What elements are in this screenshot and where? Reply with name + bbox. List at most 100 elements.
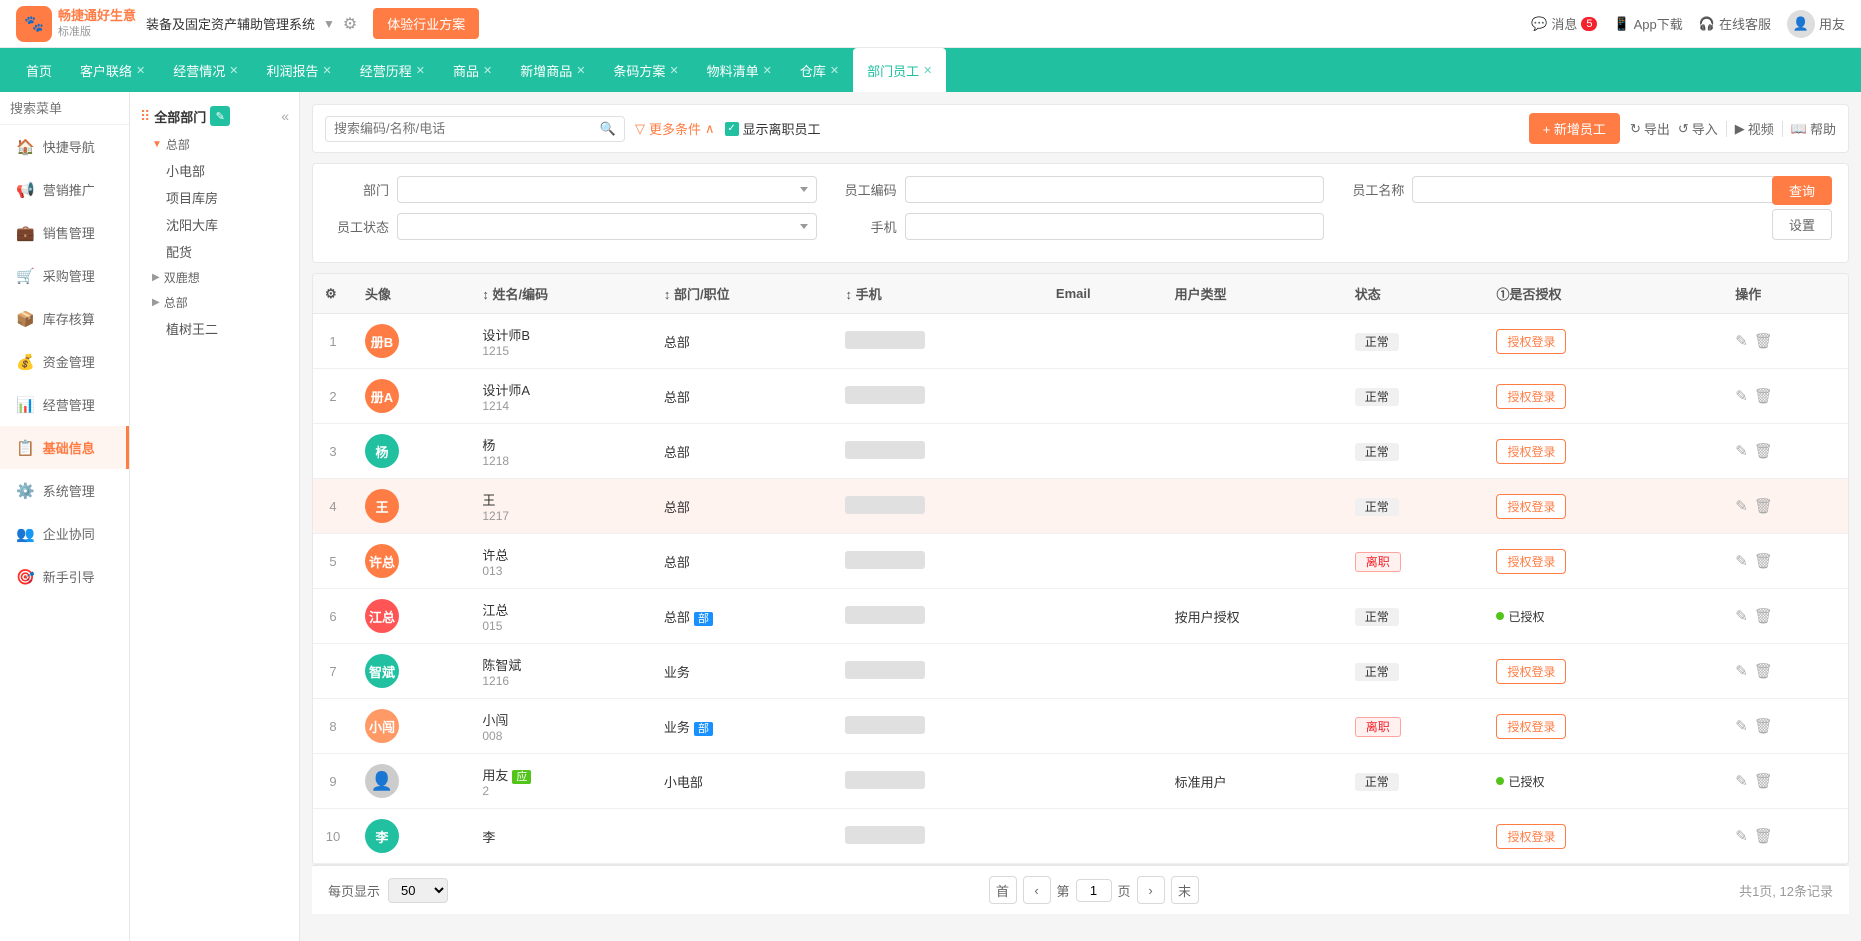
sidebar-item-guide[interactable]: 🎯 新手引导 (0, 555, 129, 598)
close-icon[interactable]: ✕ (763, 64, 772, 77)
delete-button[interactable]: 🗑 (1754, 497, 1773, 515)
close-icon[interactable]: ✕ (830, 64, 839, 77)
tab-goods[interactable]: 商品✕ (439, 48, 506, 92)
tab-customer[interactable]: 客户联络✕ (66, 48, 159, 92)
sidebar-search-input[interactable] (10, 101, 130, 116)
tab-add-goods[interactable]: 新增商品✕ (506, 48, 599, 92)
dropdown-arrow-icon[interactable]: ▼ (323, 17, 335, 31)
close-icon[interactable]: ✕ (416, 64, 425, 77)
prev-page-button[interactable]: ‹ (1023, 876, 1051, 904)
sidebar-item-inventory[interactable]: 📦 库存核算 (0, 297, 129, 340)
reset-button[interactable]: 设置 (1772, 209, 1832, 240)
phone-input[interactable] (905, 213, 1325, 240)
auth-login-button[interactable]: 授权登录 (1496, 659, 1566, 684)
delete-button[interactable]: 🗑 (1754, 772, 1773, 790)
auth-login-button[interactable]: 授权登录 (1496, 824, 1566, 849)
tree-item-peihuo[interactable]: 配货 (138, 238, 299, 265)
auth-login-button[interactable]: 授权登录 (1496, 549, 1566, 574)
edit-button[interactable]: ✎ (1735, 717, 1748, 735)
close-icon[interactable]: ✕ (669, 64, 678, 77)
tree-section-zongbu[interactable]: ▼ 总部 (138, 132, 299, 157)
user-avatar[interactable]: 👤 用友 (1787, 10, 1845, 38)
sidebar-item-quicknav[interactable]: 🏠 快捷导航 (0, 125, 129, 168)
auth-login-button[interactable]: 授权登录 (1496, 329, 1566, 354)
sidebar-item-basic[interactable]: 📋 基础信息 (0, 426, 129, 469)
tree-section-shuanglu[interactable]: ▶ 双鹿想 (138, 265, 299, 290)
tree-item-xiangmu[interactable]: 项目库房 (138, 184, 299, 211)
auth-login-button[interactable]: 授权登录 (1496, 384, 1566, 409)
tab-material[interactable]: 物料清单✕ (693, 48, 786, 92)
delete-button[interactable]: 🗑 (1754, 662, 1773, 680)
status-select[interactable] (397, 213, 817, 240)
edit-button[interactable]: ✎ (1735, 772, 1748, 790)
sidebar-item-collab[interactable]: 👥 企业协同 (0, 512, 129, 555)
delete-button[interactable]: 🗑 (1754, 387, 1773, 405)
auth-login-button[interactable]: 授权登录 (1496, 439, 1566, 464)
page-number-input[interactable] (1076, 879, 1112, 902)
tree-item-xiaodian[interactable]: 小电部 (138, 157, 299, 184)
close-icon[interactable]: ✕ (923, 64, 932, 77)
collapse-icon[interactable]: « (281, 108, 289, 124)
tab-department[interactable]: 部门员工✕ (853, 48, 946, 92)
tab-warehouse[interactable]: 仓库✕ (786, 48, 853, 92)
message-button[interactable]: 💬 消息 5 (1531, 14, 1597, 33)
edit-button[interactable]: ✎ (1735, 827, 1748, 845)
next-page-button[interactable]: › (1137, 876, 1165, 904)
sidebar-item-marketing[interactable]: 📢 营销推广 (0, 168, 129, 211)
dept-select[interactable] (397, 176, 817, 203)
empcode-input[interactable] (905, 176, 1325, 203)
edit-button[interactable]: ✎ (1735, 662, 1748, 680)
query-button[interactable]: 查询 (1772, 176, 1832, 205)
export-button[interactable]: ↻ 导出 (1630, 119, 1670, 138)
tree-section-zongbu2[interactable]: ▶ 总部 (138, 290, 299, 315)
edit-button[interactable]: ✎ (1735, 442, 1748, 460)
sidebar-item-purchase[interactable]: 🛒 采购管理 (0, 254, 129, 297)
delete-button[interactable]: 🗑 (1754, 552, 1773, 570)
tab-home[interactable]: 首页 (12, 48, 66, 92)
last-page-button[interactable]: 末 (1171, 876, 1199, 904)
delete-button[interactable]: 🗑 (1754, 717, 1773, 735)
delete-button[interactable]: 🗑 (1754, 442, 1773, 460)
tree-item-zhishu[interactable]: 植树王二 (138, 315, 299, 342)
settings-icon[interactable]: ⚙ (343, 14, 357, 34)
close-icon[interactable]: ✕ (136, 64, 145, 77)
edit-button[interactable]: ✎ (1735, 332, 1748, 350)
empname-input[interactable] (1412, 176, 1832, 203)
video-button[interactable]: ▶ 视频 (1735, 119, 1774, 138)
tree-header[interactable]: ⠿ 全部部门 ✎ « (130, 100, 299, 132)
tab-barcode[interactable]: 条码方案✕ (599, 48, 692, 92)
sidebar-item-system[interactable]: ⚙️ 系统管理 (0, 469, 129, 512)
trial-button[interactable]: 体验行业方案 (373, 8, 479, 39)
sidebar-item-sales[interactable]: 💼 销售管理 (0, 211, 129, 254)
more-filter-button[interactable]: ▽ 更多条件 ∧ (635, 119, 715, 138)
delete-button[interactable]: 🗑 (1754, 332, 1773, 350)
close-icon[interactable]: ✕ (576, 64, 585, 77)
auth-login-button[interactable]: 授权登录 (1496, 714, 1566, 739)
edit-button[interactable]: ✎ (1735, 607, 1748, 625)
edit-dept-button[interactable]: ✎ (210, 106, 230, 126)
auth-login-button[interactable]: 授权登录 (1496, 494, 1566, 519)
tab-history[interactable]: 经营历程✕ (346, 48, 439, 92)
add-employee-button[interactable]: + 新增员工 (1529, 113, 1620, 144)
sidebar-item-business[interactable]: 📊 经营管理 (0, 383, 129, 426)
app-download-button[interactable]: 📱 App下载 (1613, 14, 1682, 33)
edit-button[interactable]: ✎ (1735, 552, 1748, 570)
edit-button[interactable]: ✎ (1735, 497, 1748, 515)
online-service-button[interactable]: 🎧 在线客服 (1699, 14, 1771, 33)
col-settings[interactable]: ⚙ (313, 274, 353, 314)
delete-button[interactable]: 🗑 (1754, 827, 1773, 845)
edit-button[interactable]: ✎ (1735, 387, 1748, 405)
sidebar-item-finance[interactable]: 💰 资金管理 (0, 340, 129, 383)
tab-profit[interactable]: 利润报告✕ (252, 48, 345, 92)
import-button[interactable]: ↺ 导入 (1678, 119, 1718, 138)
tab-operation[interactable]: 经营情况✕ (159, 48, 252, 92)
tree-item-shenyang[interactable]: 沈阳大库 (138, 211, 299, 238)
first-page-button[interactable]: 首 (989, 876, 1017, 904)
close-icon[interactable]: ✕ (323, 64, 332, 77)
close-icon[interactable]: ✕ (483, 64, 492, 77)
search-input[interactable] (334, 121, 596, 136)
close-icon[interactable]: ✕ (229, 64, 238, 77)
delete-button[interactable]: 🗑 (1754, 607, 1773, 625)
page-size-select[interactable]: 50 100 (388, 878, 448, 903)
help-button[interactable]: 📖 帮助 (1791, 119, 1836, 138)
